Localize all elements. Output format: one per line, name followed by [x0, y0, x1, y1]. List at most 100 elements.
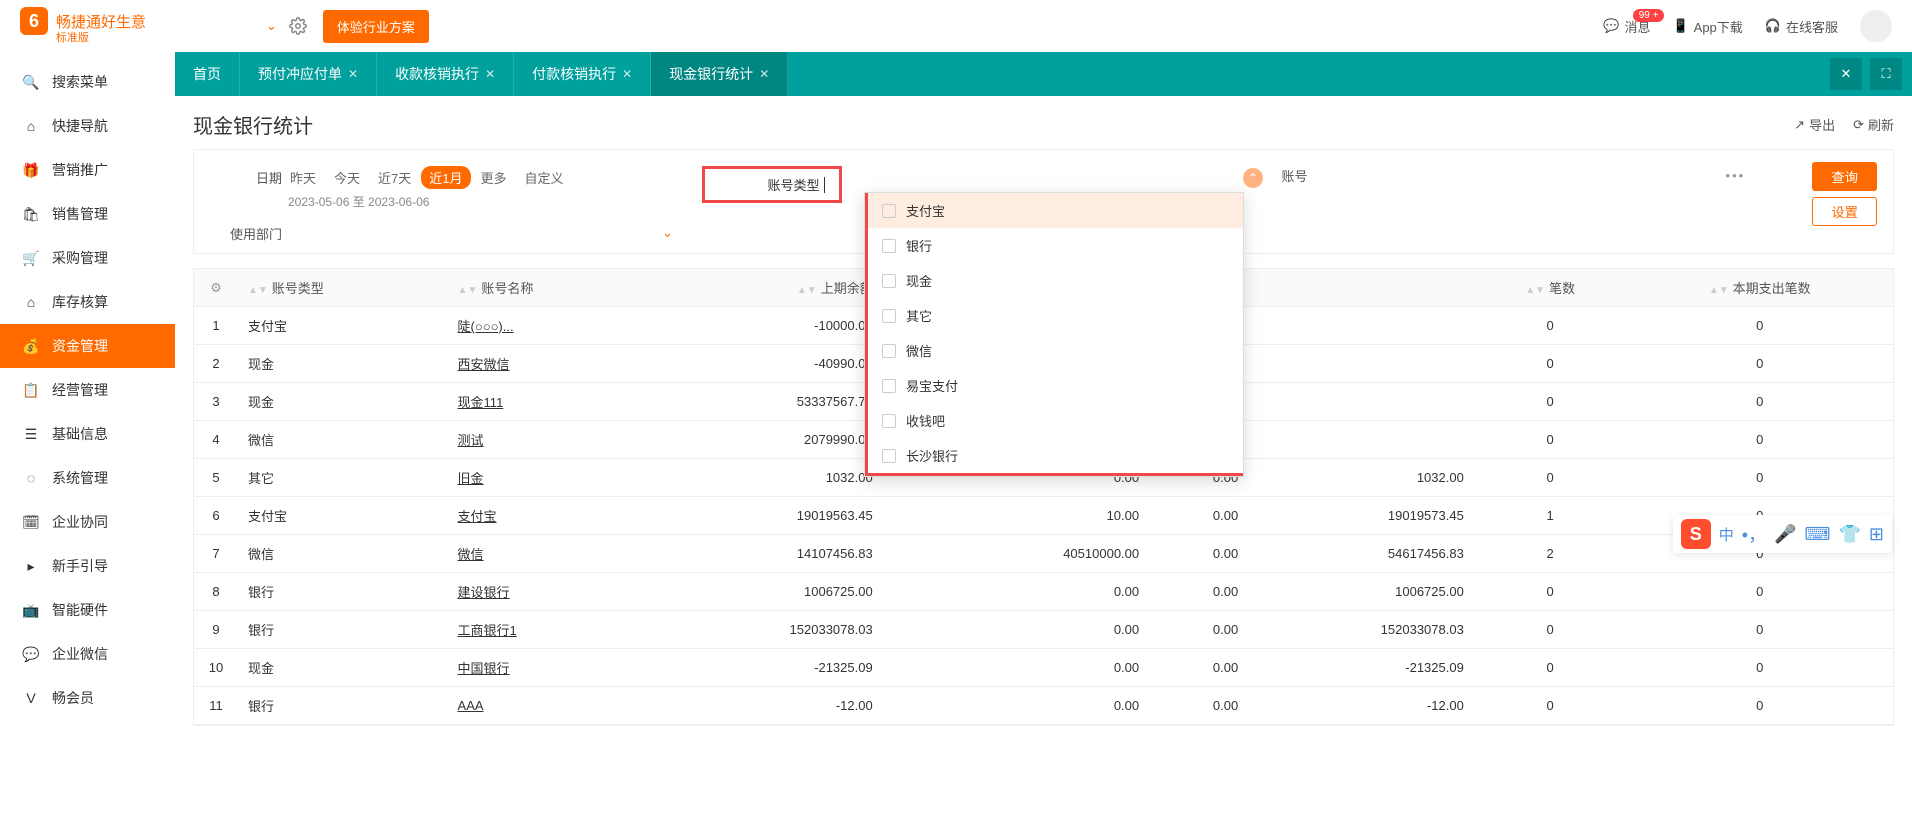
tab[interactable]: 收款核销执行✕: [377, 52, 514, 96]
sidebar-item-3[interactable]: 🛍销售管理: [0, 192, 175, 236]
sort-icon[interactable]: ▲▼: [248, 288, 268, 293]
sidebar-icon: 📋: [22, 382, 40, 399]
dropdown-item[interactable]: 易宝支付: [868, 368, 1243, 403]
account-link[interactable]: AAA: [458, 698, 484, 713]
dropdown-item[interactable]: 微信: [868, 333, 1243, 368]
avatar[interactable]: [1860, 10, 1892, 42]
checkbox[interactable]: [882, 309, 896, 323]
account-link[interactable]: 测试: [458, 433, 484, 448]
sidebar-item-7[interactable]: 📋经营管理: [0, 368, 175, 412]
dropdown-item[interactable]: 银行: [868, 228, 1243, 263]
column-header[interactable]: ▲▼上期余额: [657, 269, 883, 307]
sort-icon[interactable]: ▲▼: [1709, 288, 1729, 293]
sidebar-item-10[interactable]: 🗓企业协同: [0, 500, 175, 544]
column-header[interactable]: ▲▼本期支出笔数: [1627, 269, 1893, 307]
checkbox[interactable]: [882, 239, 896, 253]
cell-income: 0.00: [883, 687, 1149, 725]
tab[interactable]: 现金银行统计✕: [651, 52, 788, 96]
query-button[interactable]: 查询: [1812, 162, 1877, 191]
date-opt[interactable]: 自定义: [517, 166, 572, 189]
ime-punct-icon[interactable]: •，: [1742, 521, 1766, 547]
keyboard-icon[interactable]: ⌨: [1805, 524, 1831, 545]
settings-button[interactable]: 设置: [1812, 197, 1877, 226]
close-icon[interactable]: ✕: [759, 67, 769, 81]
tab[interactable]: 付款核销执行✕: [514, 52, 651, 96]
export-button[interactable]: ↗ 导出: [1794, 115, 1835, 134]
messages-action[interactable]: 💬 消息 99 +: [1603, 17, 1650, 36]
cell-prev: 19019563.45: [657, 497, 883, 535]
sort-icon[interactable]: ▲▼: [797, 288, 817, 293]
sort-icon[interactable]: ▲▼: [458, 288, 478, 293]
date-opt[interactable]: 今天: [326, 166, 368, 189]
account-link[interactable]: 工商银行1: [458, 623, 517, 638]
toolbox-icon[interactable]: ⊞: [1869, 524, 1884, 545]
checkbox[interactable]: [882, 414, 896, 428]
sidebar-item-14[interactable]: V畅会员: [0, 676, 175, 720]
checkbox[interactable]: [882, 449, 896, 463]
skin-icon[interactable]: 👕: [1838, 524, 1860, 545]
close-icon[interactable]: ✕: [348, 67, 358, 81]
checkbox[interactable]: [882, 204, 896, 218]
tab[interactable]: 预付冲应付单✕: [240, 52, 377, 96]
dropdown-item[interactable]: 收钱吧: [868, 403, 1243, 438]
sidebar-item-4[interactable]: 🛒采购管理: [0, 236, 175, 280]
ime-lang[interactable]: 中: [1719, 524, 1734, 545]
account-link[interactable]: 建设银行: [458, 585, 510, 600]
account-type-filter[interactable]: 账号类型: [702, 166, 842, 203]
account-link[interactable]: 中国银行: [458, 661, 510, 676]
dropdown-item[interactable]: 其它: [868, 298, 1243, 333]
sogou-icon[interactable]: S: [1681, 519, 1711, 549]
refresh-button[interactable]: ⟳ 刷新: [1853, 115, 1894, 134]
account-filter[interactable]: 账号 •••: [1282, 166, 1746, 185]
chevron-down-icon[interactable]: ⌄: [662, 225, 673, 241]
sidebar-item-13[interactable]: 💬企业微信: [0, 632, 175, 676]
column-header[interactable]: ▲▼笔数: [1474, 269, 1627, 307]
org-selector[interactable]: ⌄: [206, 18, 277, 34]
gear-icon[interactable]: [289, 17, 307, 35]
sidebar-item-1[interactable]: ⌂快捷导航: [0, 104, 175, 148]
dropdown-item[interactable]: 长沙银行: [868, 438, 1243, 473]
cell-c8: 0: [1474, 345, 1627, 383]
app-download-action[interactable]: 📱 App下载: [1672, 17, 1742, 36]
sidebar-item-12[interactable]: 📺智能硬件: [0, 588, 175, 632]
sidebar-item-5[interactable]: ⌂库存核算: [0, 280, 175, 324]
dropdown-item[interactable]: 支付宝: [868, 193, 1243, 228]
account-link[interactable]: 支付宝: [458, 509, 497, 524]
account-link[interactable]: 微信: [458, 547, 484, 562]
account-link[interactable]: 现金111: [458, 395, 504, 410]
close-icon[interactable]: ✕: [485, 67, 495, 81]
sort-icon[interactable]: ▲▼: [1525, 288, 1545, 293]
date-opt[interactable]: 昨天: [282, 166, 324, 189]
date-opt[interactable]: 近1月: [421, 166, 470, 189]
cell-name: 西安微信: [448, 345, 658, 383]
collapse-icon[interactable]: ⌃: [1243, 168, 1263, 188]
trial-button[interactable]: 体验行业方案: [323, 10, 429, 43]
sidebar-item-11[interactable]: ▸新手引导: [0, 544, 175, 588]
account-link[interactable]: 陡(○○○)...: [458, 319, 514, 334]
column-header[interactable]: ▲▼账号名称: [448, 269, 658, 307]
fullscreen-button[interactable]: ⛶: [1870, 58, 1902, 90]
close-icon[interactable]: ✕: [622, 67, 632, 81]
checkbox[interactable]: [882, 274, 896, 288]
checkbox[interactable]: [882, 379, 896, 393]
column-header[interactable]: [1248, 269, 1474, 307]
close-all-tabs-button[interactable]: ✕: [1830, 58, 1862, 90]
date-opt[interactable]: 近7天: [370, 166, 419, 189]
sidebar-item-8[interactable]: ☰基础信息: [0, 412, 175, 456]
sidebar-item-6[interactable]: 💰资金管理: [0, 324, 175, 368]
column-header[interactable]: ▲▼账号类型: [238, 269, 448, 307]
sidebar-item-2[interactable]: 🎁营销推广: [0, 148, 175, 192]
tab[interactable]: 首页: [175, 52, 240, 96]
account-link[interactable]: 西安微信: [458, 357, 510, 372]
sidebar-item-9[interactable]: ◌系统管理: [0, 456, 175, 500]
date-opt[interactable]: 更多: [473, 166, 515, 189]
cell-prev: -21325.09: [657, 649, 883, 687]
microphone-icon[interactable]: 🎤: [1774, 524, 1796, 545]
gear-icon[interactable]: ⚙: [210, 280, 222, 295]
customer-service-action[interactable]: 🎧 在线客服: [1765, 17, 1838, 36]
more-dots-icon[interactable]: •••: [1726, 168, 1746, 183]
checkbox[interactable]: [882, 344, 896, 358]
sidebar-item-0[interactable]: 🔍搜索菜单: [0, 60, 175, 104]
dropdown-item[interactable]: 现金: [868, 263, 1243, 298]
account-link[interactable]: 旧金: [458, 471, 484, 486]
